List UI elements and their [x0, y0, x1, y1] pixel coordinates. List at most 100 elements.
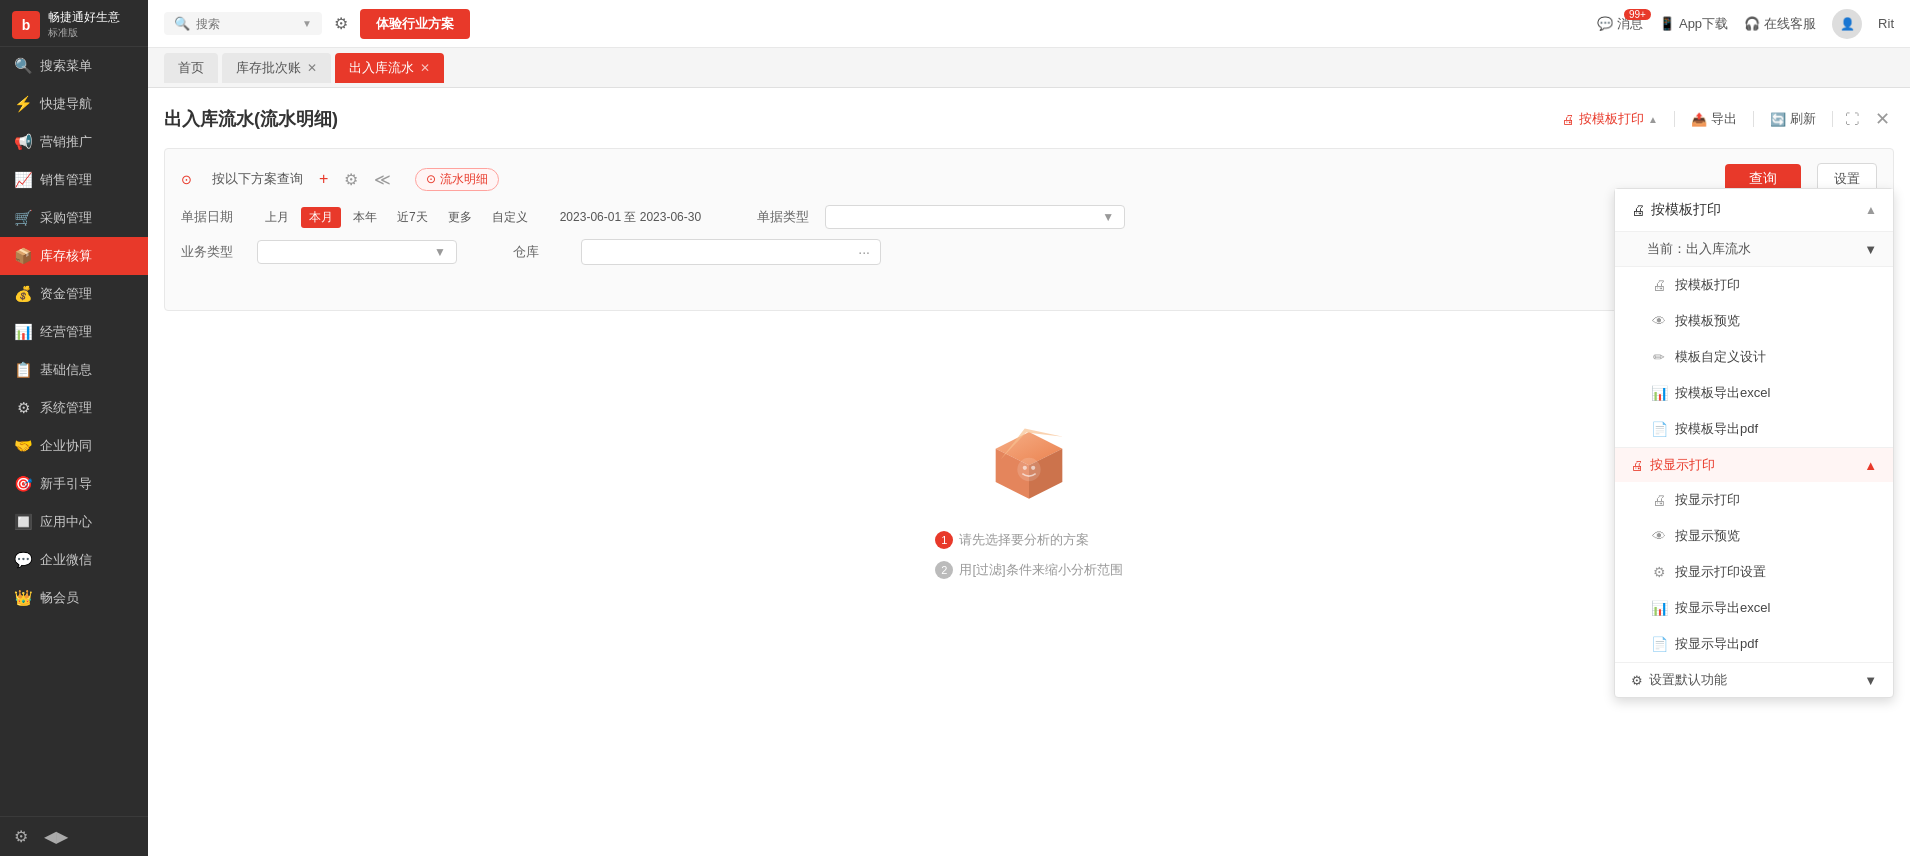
- tab-home[interactable]: 首页: [164, 53, 218, 83]
- dropdown-template-design[interactable]: ✏ 模板自定义设计: [1615, 339, 1893, 375]
- dropdown-footer-label: 设置默认功能: [1649, 671, 1727, 689]
- refresh-button[interactable]: 🔄 刷新: [1762, 106, 1824, 132]
- display-section-arrow: ▲: [1864, 458, 1877, 473]
- sidebar-item-basic[interactable]: 📋 基础信息: [0, 351, 148, 389]
- tab-inventory-batch-close[interactable]: ✕: [307, 61, 317, 75]
- sidebar-label-guide: 新手引导: [40, 475, 92, 493]
- dropdown-display-print[interactable]: 🖨 按显示打印: [1615, 482, 1893, 518]
- page-title: 出入库流水(流水明细): [164, 107, 338, 131]
- sidebar-item-collab[interactable]: 🤝 企业协同: [0, 427, 148, 465]
- biz-type-select[interactable]: ▼: [257, 240, 457, 264]
- dropdown-section-template: 🖨 按模板打印 👁 按模板预览 ✏ 模板自定义设计 📊: [1615, 267, 1893, 448]
- dropdown-template-pdf[interactable]: 📄 按模板导出pdf: [1615, 411, 1893, 447]
- tab-inventory-batch[interactable]: 库存批次账 ✕: [222, 53, 331, 83]
- dropdown-print-icon: 🖨: [1631, 202, 1645, 218]
- dropdown-arrow-up[interactable]: ▲: [1865, 203, 1877, 217]
- date-tab-this-month[interactable]: 本月: [301, 207, 341, 228]
- template-preview-icon: 👁: [1651, 313, 1667, 329]
- date-tab-last-month[interactable]: 上月: [257, 207, 297, 228]
- sidebar-item-guide[interactable]: 🎯 新手引导: [0, 465, 148, 503]
- filter-settings-button[interactable]: ⚙: [344, 170, 358, 189]
- empty-step-2: 2 用[过滤]条件来缩小分析范围: [935, 557, 1122, 583]
- dropdown-current-arrow: ▼: [1864, 242, 1877, 257]
- warehouse-select[interactable]: ···: [581, 239, 881, 265]
- sidebar-item-sales[interactable]: 📈 销售管理: [0, 161, 148, 199]
- sidebar-item-quick-nav[interactable]: ⚡ 快捷导航: [0, 85, 148, 123]
- template-print-label: 按模板打印: [1675, 276, 1740, 294]
- template-excel-label: 按模板导出excel: [1675, 384, 1770, 402]
- filter-tag-liushui[interactable]: ⊙ 流水明细: [415, 168, 499, 191]
- voucher-type-select[interactable]: ▼: [825, 205, 1125, 229]
- sidebar-item-operation[interactable]: 📊 经营管理: [0, 313, 148, 351]
- print-template-button[interactable]: 🖨 按模板打印 ▲: [1554, 106, 1666, 132]
- date-tab-this-year[interactable]: 本年: [345, 207, 385, 228]
- export-button[interactable]: 📤 导出: [1683, 106, 1745, 132]
- sidebar-item-finance[interactable]: 💰 资金管理: [0, 275, 148, 313]
- page-title-actions: 🖨 按模板打印 ▲ 📤 导出 🔄 刷新: [1554, 104, 1894, 134]
- sidebar-item-system[interactable]: ⚙ 系统管理: [0, 389, 148, 427]
- app-download-button[interactable]: 📱 App下载: [1659, 15, 1728, 33]
- sidebar-item-search[interactable]: 🔍 搜索菜单: [0, 47, 148, 85]
- search-dropdown-arrow[interactable]: ▼: [302, 18, 312, 29]
- date-tab-7days[interactable]: 近7天: [389, 207, 436, 228]
- filter-collapse-icon[interactable]: ≪: [374, 170, 391, 189]
- dropdown-template-preview[interactable]: 👁 按模板预览: [1615, 303, 1893, 339]
- trial-button[interactable]: 体验行业方案: [360, 9, 470, 39]
- sidebar-label-member: 畅会员: [40, 589, 79, 607]
- avatar-placeholder: 👤: [1840, 17, 1855, 31]
- header-gear-icon[interactable]: ⚙: [334, 14, 348, 33]
- warehouse-more-icon[interactable]: ···: [858, 244, 870, 260]
- filter-tag-icon: ⊙: [426, 172, 436, 186]
- sidebar-item-inventory[interactable]: 📦 库存核算: [0, 237, 148, 275]
- service-icon: 🎧: [1744, 16, 1760, 31]
- expand-icon[interactable]: ⛶: [1841, 107, 1863, 131]
- filter-prefix-label: 按以下方案查询: [212, 170, 303, 188]
- sidebar-label-app-center: 应用中心: [40, 513, 92, 531]
- sidebar-icon-collab: 🤝: [14, 437, 32, 455]
- tab-stock-flow[interactable]: 出入库流水 ✕: [335, 53, 444, 83]
- search-input[interactable]: [196, 17, 296, 31]
- divider1: [1674, 111, 1675, 127]
- tab-stock-flow-label: 出入库流水: [349, 59, 414, 77]
- sidebar-settings-icon[interactable]: ⚙: [14, 827, 28, 846]
- dropdown-display-pdf[interactable]: 📄 按显示导出pdf: [1615, 626, 1893, 662]
- sidebar-fold-icon[interactable]: ◀▶: [44, 827, 68, 846]
- sidebar-item-wechat[interactable]: 💬 企业微信: [0, 541, 148, 579]
- dropdown-title-text: 按模板打印: [1651, 201, 1721, 219]
- sidebar-item-member[interactable]: 👑 畅会员: [0, 579, 148, 617]
- dropdown-display-excel[interactable]: 📊 按显示导出excel: [1615, 590, 1893, 626]
- dropdown-footer[interactable]: ⚙ 设置默认功能 ▼: [1615, 663, 1893, 697]
- message-button[interactable]: 💬 消息 99+: [1597, 15, 1643, 33]
- sidebar-icon-sales: 📈: [14, 171, 32, 189]
- online-service-button[interactable]: 🎧 在线客服: [1744, 15, 1816, 33]
- export-label: 导出: [1711, 110, 1737, 128]
- sidebar-icon-wechat: 💬: [14, 551, 32, 569]
- sidebar-item-app-center[interactable]: 🔲 应用中心: [0, 503, 148, 541]
- dropdown-display-preview[interactable]: 👁 按显示预览: [1615, 518, 1893, 554]
- voucher-type-filter: 单据类型 ▼: [757, 205, 1125, 229]
- sidebar-bottom: ⚙ ◀▶: [0, 816, 148, 856]
- username-label[interactable]: Rit: [1878, 16, 1894, 31]
- dropdown-template-excel[interactable]: 📊 按模板导出excel: [1615, 375, 1893, 411]
- display-settings-label: 按显示打印设置: [1675, 563, 1766, 581]
- filter-add-button[interactable]: +: [319, 170, 328, 188]
- dropdown-header: 🖨 按模板打印 ▲: [1615, 189, 1893, 232]
- dropdown-section-display-header[interactable]: 🖨 按显示打印 ▲: [1615, 448, 1893, 482]
- service-label: 在线客服: [1764, 15, 1816, 33]
- sidebar: b 畅捷通好生意 标准版 🔍 搜索菜单 ⚡ 快捷导航 📢 营销推广 📈 销售管理…: [0, 0, 148, 856]
- sidebar-item-marketing[interactable]: 📢 营销推广: [0, 123, 148, 161]
- tab-stock-flow-close[interactable]: ✕: [420, 61, 430, 75]
- display-section-icon: 🖨: [1631, 458, 1644, 473]
- message-icon: 💬: [1597, 16, 1613, 31]
- date-range-display: 2023-06-01 至 2023-06-30: [560, 209, 701, 226]
- sidebar-item-purchase[interactable]: 🛒 采购管理: [0, 199, 148, 237]
- dropdown-display-settings[interactable]: ⚙ 按显示打印设置: [1615, 554, 1893, 590]
- header-search-box[interactable]: 🔍 ▼: [164, 12, 322, 35]
- dropdown-template-print[interactable]: 🖨 按模板打印: [1615, 267, 1893, 303]
- user-avatar[interactable]: 👤: [1832, 9, 1862, 39]
- date-tab-more[interactable]: 更多: [440, 207, 480, 228]
- date-tab-custom[interactable]: 自定义: [484, 207, 536, 228]
- close-icon[interactable]: ✕: [1871, 104, 1894, 134]
- sidebar-icon-search: 🔍: [14, 57, 32, 75]
- svg-point-5: [1023, 466, 1027, 470]
